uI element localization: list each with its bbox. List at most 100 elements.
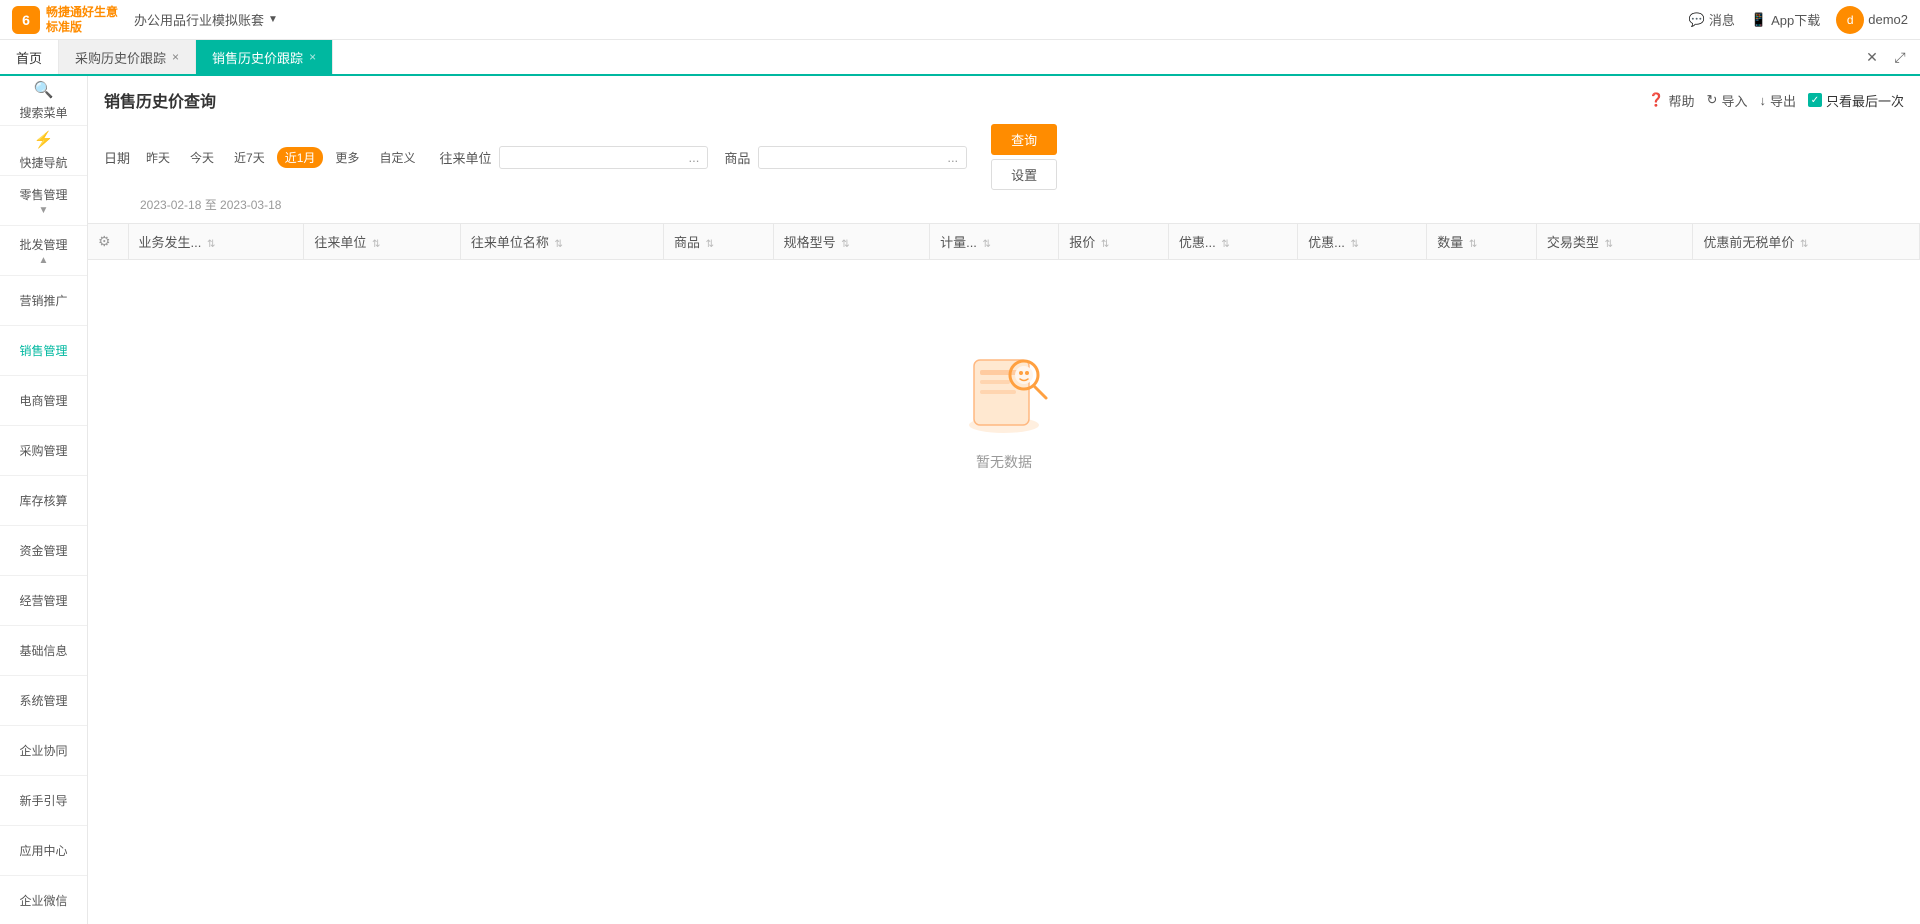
only-last-checkbox-label[interactable]: ✓ 只看最后一次	[1808, 91, 1904, 110]
goods-picker-icon[interactable]: ...	[947, 150, 958, 165]
sort-arrows-discount1: ⇅	[1221, 239, 1229, 250]
action-buttons: 查询 设置	[991, 124, 1057, 190]
table-header-settings[interactable]: ⚙	[88, 224, 128, 260]
help-button[interactable]: ❓ 帮助	[1648, 91, 1694, 110]
sort-arrows-pretax-price: ⇅	[1800, 239, 1808, 250]
table-header-partner-code[interactable]: 往来单位 ⇅	[304, 224, 460, 260]
data-table: ⚙ 业务发生... ⇅ 往来单位 ⇅ 往来单位名称 ⇅	[88, 224, 1920, 260]
chevron-up-icon: ▲	[39, 255, 49, 266]
import-icon: ↻	[1707, 92, 1718, 108]
date-chips: 昨天 今天 近7天 近1月 更多 自定义	[138, 147, 423, 168]
goods-label: 商品	[724, 148, 750, 167]
date-chip-yesterday[interactable]: 昨天	[138, 147, 178, 168]
date-chip-more[interactable]: 更多	[327, 147, 367, 168]
table-header-spec[interactable]: 规格型号 ⇅	[773, 224, 929, 260]
sidebar-item-operations-mgmt[interactable]: 经营管理	[0, 576, 87, 626]
sort-arrows-goods: ⇅	[706, 239, 714, 250]
sidebar-item-app-center[interactable]: 应用中心	[0, 826, 87, 876]
table-header-goods[interactable]: 商品 ⇅	[663, 224, 773, 260]
table-header-partner-name[interactable]: 往来单位名称 ⇅	[460, 224, 663, 260]
sort-arrows-biz-date: ⇅	[207, 239, 215, 250]
message-button[interactable]: 💬 消息	[1689, 10, 1735, 29]
main-layout: 🔍 搜索菜单 ⚡ 快捷导航 零售管理 ▼ 批发管理 ▲ 营销推广 销售管理 电商…	[0, 76, 1920, 924]
nav-icon: ⚡	[34, 130, 54, 150]
sidebar-item-inventory[interactable]: 库存核算	[0, 476, 87, 526]
export-icon: ↓	[1759, 93, 1766, 108]
message-icon: 💬	[1689, 12, 1705, 28]
sidebar-item-enterprise-wechat[interactable]: 企业微信	[0, 876, 87, 924]
sort-arrows-spec: ⇅	[841, 239, 849, 250]
date-range-display: 2023-02-18 至 2023-03-18	[136, 196, 1904, 213]
date-filter-group: 日期 昨天 今天 近7天 近1月 更多 自定义	[104, 147, 423, 168]
gear-icon[interactable]: ⚙	[98, 233, 111, 249]
partner-picker-icon[interactable]: ...	[688, 150, 699, 165]
sidebar-item-new-guide[interactable]: 新手引导	[0, 776, 87, 826]
checkbox-checked-icon: ✓	[1808, 93, 1822, 107]
sidebar-item-purchase-mgmt[interactable]: 采购管理	[0, 426, 87, 476]
app-download-button[interactable]: 📱 App下载	[1751, 10, 1820, 29]
sidebar-item-sales-mgmt[interactable]: 销售管理	[0, 326, 87, 376]
table-header-unit[interactable]: 计量... ⇅	[930, 224, 1059, 260]
sidebar-item-search-menu[interactable]: 🔍 搜索菜单	[0, 76, 87, 126]
logo-area: 6 畅捷通好生意 标准版	[12, 5, 118, 34]
partner-input[interactable]	[508, 150, 688, 165]
export-button[interactable]: ↓ 导出	[1759, 91, 1796, 110]
table-header-trade-type[interactable]: 交易类型 ⇅	[1536, 224, 1692, 260]
goods-filter-group: 商品 ...	[724, 146, 967, 169]
tab-close-sales[interactable]: ×	[309, 50, 316, 64]
tab-purchase-history[interactable]: 采购历史价跟踪 ×	[59, 40, 196, 74]
user-area[interactable]: d demo2	[1836, 6, 1908, 34]
top-bar-left: 6 畅捷通好生意 标准版 办公用品行业模拟账套 ▼	[12, 5, 286, 34]
sidebar-item-retail-mgmt[interactable]: 零售管理 ▼	[0, 176, 87, 226]
table-header-discount1[interactable]: 优惠... ⇅	[1168, 224, 1297, 260]
sidebar-item-marketing[interactable]: 营销推广	[0, 276, 87, 326]
empty-state: 暂无数据	[88, 260, 1920, 552]
sidebar-item-finance-mgmt[interactable]: 资金管理	[0, 526, 87, 576]
goods-input[interactable]	[767, 150, 947, 165]
sidebar-item-wholesale-mgmt[interactable]: 批发管理 ▲	[0, 226, 87, 276]
table-header-pretax-price[interactable]: 优惠前无税单价 ⇅	[1693, 224, 1920, 260]
search-icon: 🔍	[34, 80, 54, 100]
date-chip-7days[interactable]: 近7天	[226, 147, 273, 168]
chevron-down-icon: ▼	[268, 14, 278, 25]
sidebar-item-ecommerce-mgmt[interactable]: 电商管理	[0, 376, 87, 426]
sidebar-item-system-mgmt[interactable]: 系统管理	[0, 676, 87, 726]
tab-actions: ✕ ⤢	[1852, 40, 1920, 74]
tab-close-purchase[interactable]: ×	[172, 50, 179, 64]
app-selector[interactable]: 办公用品行业模拟账套 ▼	[126, 10, 286, 29]
page-title: 销售历史价查询	[104, 88, 216, 112]
partner-label: 往来单位	[439, 148, 491, 167]
logo-icon: 6	[12, 6, 40, 34]
date-chip-custom[interactable]: 自定义	[371, 147, 423, 168]
top-bar: 6 畅捷通好生意 标准版 办公用品行业模拟账套 ▼ 💬 消息 📱 App下载 d…	[0, 0, 1920, 40]
tab-sales-history[interactable]: 销售历史价跟踪 ×	[196, 40, 333, 74]
table-header: ⚙ 业务发生... ⇅ 往来单位 ⇅ 往来单位名称 ⇅	[88, 224, 1920, 260]
page-actions: ❓ 帮助 ↻ 导入 ↓ 导出 ✓ 只看最后一次	[1648, 91, 1904, 110]
tab-bar: 首页 采购历史价跟踪 × 销售历史价跟踪 × ✕ ⤢	[0, 40, 1920, 76]
table-header-qty[interactable]: 数量 ⇅	[1427, 224, 1537, 260]
sort-arrows-unit: ⇅	[983, 239, 991, 250]
fullscreen-button[interactable]: ⤢	[1888, 45, 1912, 69]
page-title-bar: 销售历史价查询 ❓ 帮助 ↻ 导入 ↓ 导出 ✓	[104, 88, 1904, 112]
sidebar-item-enterprise-collab[interactable]: 企业协同	[0, 726, 87, 776]
top-bar-right: 💬 消息 📱 App下载 d demo2	[1689, 6, 1908, 34]
logo-text: 畅捷通好生意 标准版	[46, 5, 118, 34]
sidebar-item-quick-nav[interactable]: ⚡ 快捷导航	[0, 126, 87, 176]
date-chip-1month[interactable]: 近1月	[277, 147, 324, 168]
sort-arrows-trade-type: ⇅	[1605, 239, 1613, 250]
table-scroll-container[interactable]: ⚙ 业务发生... ⇅ 往来单位 ⇅ 往来单位名称 ⇅	[88, 224, 1920, 924]
settings-button[interactable]: 设置	[991, 159, 1057, 190]
empty-icon	[944, 340, 1064, 440]
tab-home[interactable]: 首页	[0, 40, 59, 74]
help-icon: ❓	[1648, 92, 1664, 108]
table-header-quote[interactable]: 报价 ⇅	[1059, 224, 1169, 260]
close-all-tabs-button[interactable]: ✕	[1860, 45, 1884, 69]
goods-input-wrapper: ...	[758, 146, 967, 169]
import-button[interactable]: ↻ 导入	[1707, 91, 1748, 110]
query-button[interactable]: 查询	[991, 124, 1057, 155]
date-chip-today[interactable]: 今天	[182, 147, 222, 168]
sidebar-item-basic-info[interactable]: 基础信息	[0, 626, 87, 676]
table-header-discount2[interactable]: 优惠... ⇅	[1298, 224, 1427, 260]
table-header-biz-date[interactable]: 业务发生... ⇅	[128, 224, 304, 260]
date-label: 日期	[104, 148, 130, 167]
